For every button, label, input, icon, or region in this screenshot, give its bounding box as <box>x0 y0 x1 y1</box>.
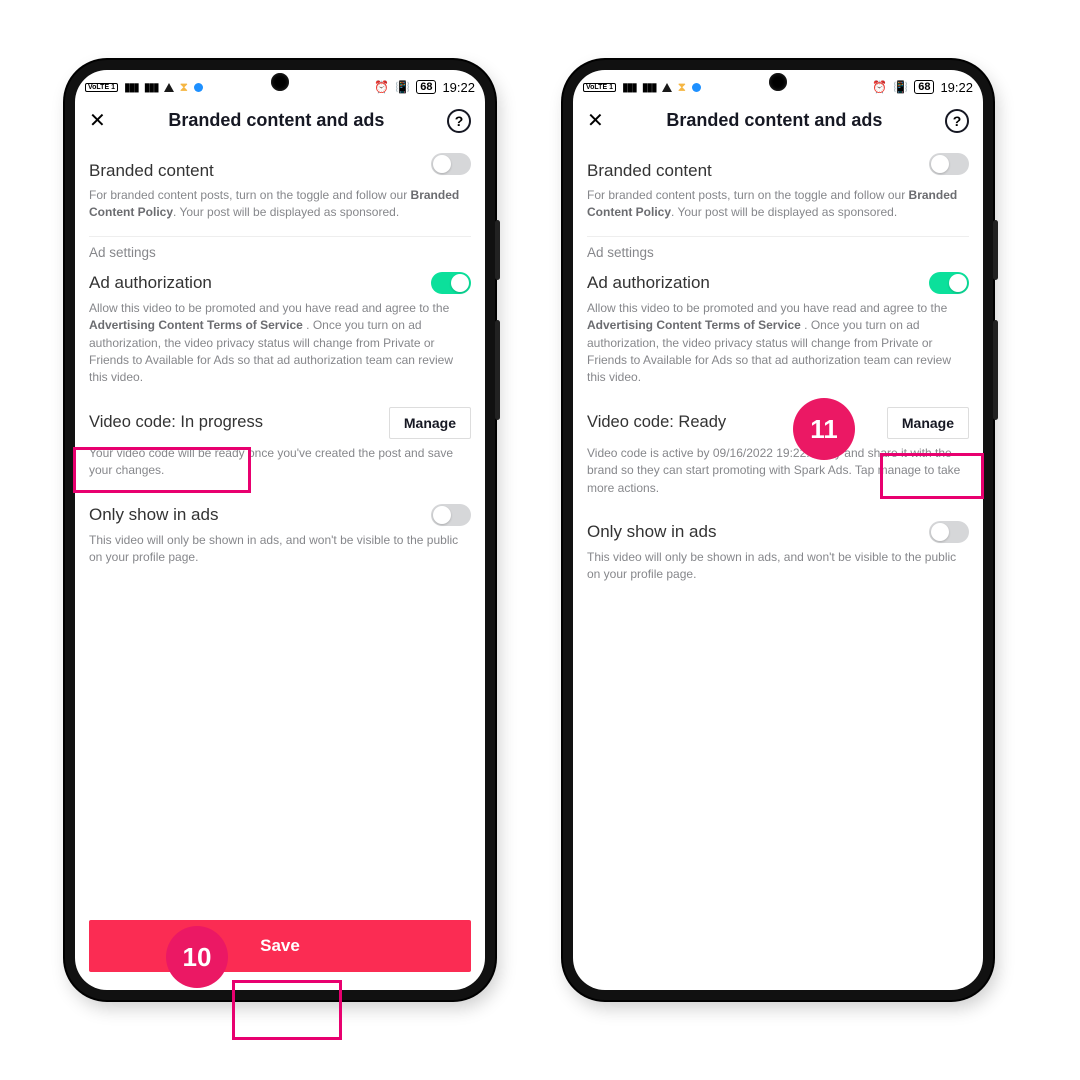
signal-icon-2: ▮▮▮ <box>144 80 158 94</box>
notification-dot-icon <box>692 83 701 92</box>
only-show-ads-title: Only show in ads <box>587 522 716 542</box>
only-show-ads-toggle[interactable] <box>431 504 471 526</box>
vibrate-icon: 📳 <box>893 80 908 94</box>
video-code-title: Video code: In progress <box>89 413 263 432</box>
manage-button[interactable]: Manage <box>887 407 969 439</box>
clock-time: 19:22 <box>442 80 475 95</box>
only-show-ads-title: Only show in ads <box>89 505 218 525</box>
help-icon[interactable]: ? <box>945 109 969 133</box>
close-icon[interactable]: ✕ <box>587 108 604 133</box>
battery-level: 68 <box>416 80 436 94</box>
hourglass-icon: ⧗ <box>180 80 188 95</box>
wifi-icon <box>662 83 672 92</box>
volte-badge: VoLTE 1 <box>583 83 616 92</box>
signal-icon: ▮▮▮ <box>124 80 138 94</box>
notification-dot-icon <box>194 83 203 92</box>
branded-content-toggle[interactable] <box>929 153 969 175</box>
signal-icon: ▮▮▮ <box>622 80 636 94</box>
phone-mockup-right: VoLTE 1 ▮▮▮ ▮▮▮ ⧗ ⏰ 📳 68 19:22 ✕ Branded… <box>563 60 993 1000</box>
ad-authorization-toggle[interactable] <box>929 272 969 294</box>
callout-step-11: 11 <box>793 398 855 460</box>
only-show-ads-desc: This video will only be shown in ads, an… <box>89 532 471 567</box>
branded-content-desc: For branded content posts, turn on the t… <box>89 187 471 222</box>
video-code-desc: Your video code will be ready once you'v… <box>89 445 471 480</box>
video-code-desc: Video code is active by 09/16/2022 19:22… <box>587 445 969 497</box>
manage-button[interactable]: Manage <box>389 407 471 439</box>
ad-authorization-toggle[interactable] <box>431 272 471 294</box>
page-title: Branded content and ads <box>168 110 384 131</box>
ad-authorization-desc: Allow this video to be promoted and you … <box>587 300 969 387</box>
ad-authorization-title: Ad authorization <box>587 273 710 293</box>
clock-time: 19:22 <box>940 80 973 95</box>
only-show-ads-desc: This video will only be shown in ads, an… <box>587 549 969 584</box>
ad-authorization-desc: Allow this video to be promoted and you … <box>89 300 471 387</box>
callout-step-10: 10 <box>166 926 228 988</box>
page-header: ✕ Branded content and ads ? <box>75 98 485 147</box>
ad-settings-label: Ad settings <box>587 245 969 260</box>
branded-content-title: Branded content <box>587 161 712 181</box>
phone-mockup-left: VoLTE 1 ▮▮▮ ▮▮▮ ⧗ ⏰ 📳 68 19:22 ✕ Branded… <box>65 60 495 1000</box>
page-title: Branded content and ads <box>666 110 882 131</box>
close-icon[interactable]: ✕ <box>89 108 106 133</box>
branded-content-desc: For branded content posts, turn on the t… <box>587 187 969 222</box>
alarm-icon: ⏰ <box>872 80 887 94</box>
page-header: ✕ Branded content and ads ? <box>573 98 983 147</box>
signal-icon-2: ▮▮▮ <box>642 80 656 94</box>
camera-notch <box>271 73 289 91</box>
ad-settings-label: Ad settings <box>89 245 471 260</box>
wifi-icon <box>164 83 174 92</box>
help-icon[interactable]: ? <box>447 109 471 133</box>
camera-notch <box>769 73 787 91</box>
save-button[interactable]: Save <box>89 920 471 972</box>
only-show-ads-toggle[interactable] <box>929 521 969 543</box>
branded-content-title: Branded content <box>89 161 214 181</box>
branded-content-toggle[interactable] <box>431 153 471 175</box>
hourglass-icon: ⧗ <box>678 80 686 95</box>
battery-level: 68 <box>914 80 934 94</box>
alarm-icon: ⏰ <box>374 80 389 94</box>
video-code-title: Video code: Ready <box>587 413 726 432</box>
volte-badge: VoLTE 1 <box>85 83 118 92</box>
ad-authorization-title: Ad authorization <box>89 273 212 293</box>
vibrate-icon: 📳 <box>395 80 410 94</box>
